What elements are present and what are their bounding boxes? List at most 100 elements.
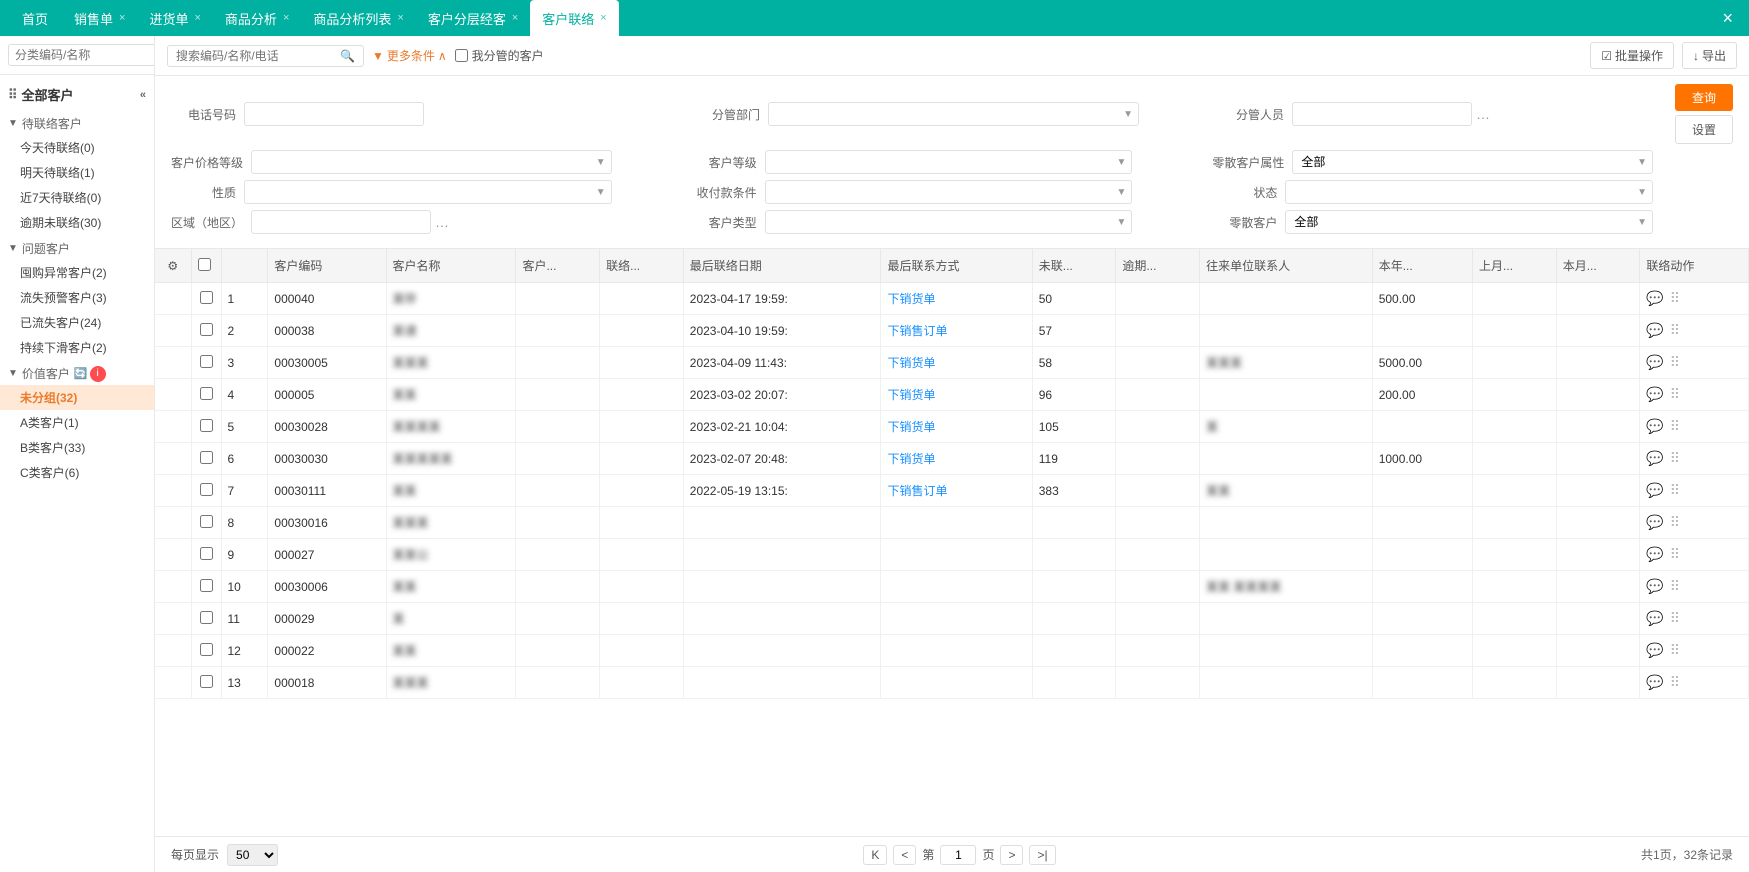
table-cell[interactable] — [881, 667, 1032, 699]
action-col[interactable]: 联络动作 — [1640, 249, 1749, 283]
more-actions-icon[interactable]: ⠿ — [1670, 674, 1680, 691]
staff-more-button[interactable]: … — [1472, 106, 1494, 122]
table-cell[interactable] — [881, 507, 1032, 539]
more-actions-icon[interactable]: ⠿ — [1670, 290, 1680, 307]
row-select-checkbox[interactable] — [200, 611, 213, 624]
row-select-checkbox[interactable] — [200, 419, 213, 432]
row-select-checkbox[interactable] — [200, 291, 213, 304]
sidebar-item-ungrouped[interactable]: 未分组(32) — [0, 385, 154, 410]
sidebar-item-abnormal[interactable]: 囤购异常客户(2) — [0, 260, 154, 285]
contact-method-link[interactable]: 下销售订单 — [887, 484, 947, 498]
this-year-col[interactable]: 本年... — [1372, 249, 1472, 283]
tab-close-icon[interactable]: × — [119, 12, 125, 24]
tab-close-icon[interactable]: × — [600, 12, 606, 24]
nav-tab-销售单[interactable]: 销售单× — [62, 0, 137, 36]
more-actions-icon[interactable]: ⠿ — [1670, 386, 1680, 403]
type-col[interactable]: 客户... — [516, 249, 600, 283]
region-more-button[interactable]: … — [431, 214, 453, 230]
price-level-select[interactable] — [251, 150, 612, 174]
more-actions-icon[interactable]: ⠿ — [1670, 642, 1680, 659]
this-month-col[interactable]: 本月... — [1556, 249, 1640, 283]
row-select-checkbox[interactable] — [200, 579, 213, 592]
chat-icon[interactable]: 💬 — [1646, 290, 1663, 307]
overdue-col[interactable]: 逾期... — [1116, 249, 1200, 283]
sidebar-search-input[interactable] — [8, 44, 155, 66]
last-contact-method-cell[interactable]: 下销售订单 — [881, 475, 1032, 507]
chat-icon[interactable]: 💬 — [1646, 514, 1663, 531]
nav-tab-进货单[interactable]: 进货单× — [137, 0, 212, 36]
my-customers-checkbox[interactable] — [455, 49, 468, 62]
contact-method-link[interactable]: 下销货单 — [887, 356, 935, 370]
tab-close-icon[interactable]: × — [283, 12, 289, 24]
next-page-button[interactable]: > — [1000, 845, 1023, 865]
contact-method-link[interactable]: 下销售订单 — [887, 324, 947, 338]
status-select[interactable] — [1285, 180, 1653, 204]
batch-ops-button[interactable]: ☑ 批量操作 — [1590, 42, 1674, 69]
first-page-button[interactable]: K — [863, 845, 887, 865]
tab-close-icon[interactable]: × — [397, 12, 403, 24]
sidebar-item-class-b[interactable]: B类客户(33) — [0, 435, 154, 460]
no-contact-col[interactable]: 未联... — [1032, 249, 1116, 283]
all-customers-header[interactable]: ⠿ 全部客户 « — [0, 79, 154, 110]
code-col[interactable]: 客户编码 — [268, 249, 386, 283]
chat-icon[interactable]: 💬 — [1646, 354, 1663, 371]
query-button[interactable]: 查询 — [1675, 84, 1733, 111]
table-cell[interactable] — [881, 571, 1032, 603]
chat-icon[interactable]: 💬 — [1646, 450, 1663, 467]
customer-level-select[interactable] — [765, 150, 1133, 174]
sidebar-item-churned[interactable]: 已流失客户(24) — [0, 310, 154, 335]
last-contact-method-cell[interactable]: 下销售订单 — [881, 315, 1032, 347]
table-cell[interactable] — [881, 539, 1032, 571]
phone-input[interactable] — [244, 102, 424, 126]
chat-icon[interactable]: 💬 — [1646, 386, 1663, 403]
retail-customer-select[interactable]: 全部 — [1285, 210, 1653, 234]
row-select-checkbox[interactable] — [200, 643, 213, 656]
chat-icon[interactable]: 💬 — [1646, 482, 1663, 499]
more-conditions-button[interactable]: ▼ 更多条件 ∧ — [372, 47, 447, 64]
nav-tab-客户联络[interactable]: 客户联络× — [530, 0, 618, 36]
per-page-select[interactable]: 50 100 200 — [227, 844, 278, 866]
prev-page-button[interactable]: < — [893, 845, 916, 865]
table-cell[interactable] — [881, 603, 1032, 635]
retail-attr-select[interactable]: 全部 — [1292, 150, 1653, 174]
contact-col[interactable]: 联络... — [600, 249, 684, 283]
contact-method-link[interactable]: 下销货单 — [887, 420, 935, 434]
tab-close-icon[interactable]: × — [512, 12, 518, 24]
export-button[interactable]: ↓ 导出 — [1682, 42, 1737, 69]
more-actions-icon[interactable]: ⠿ — [1670, 578, 1680, 595]
last-month-col[interactable]: 上月... — [1473, 249, 1557, 283]
row-select-checkbox[interactable] — [200, 355, 213, 368]
row-select-checkbox[interactable] — [200, 515, 213, 528]
last-contact-method-cell[interactable]: 下销货单 — [881, 443, 1032, 475]
last-contact-method-cell[interactable]: 下销货单 — [881, 347, 1032, 379]
customer-type-select[interactable] — [765, 210, 1133, 234]
last-contact-method-cell[interactable]: 下销货单 — [881, 283, 1032, 315]
table-cell[interactable] — [881, 635, 1032, 667]
payment-select[interactable] — [765, 180, 1133, 204]
sidebar-item-tomorrow[interactable]: 明天待联络(1) — [0, 160, 154, 185]
main-search-icon[interactable]: 🔍 — [340, 49, 355, 63]
gender-select[interactable] — [244, 180, 612, 204]
nav-tab-客户分层经客[interactable]: 客户分层经客× — [416, 0, 530, 36]
sidebar-item-class-c[interactable]: C类客户(6) — [0, 460, 154, 485]
sidebar-item-today[interactable]: 今天待联络(0) — [0, 135, 154, 160]
more-actions-icon[interactable]: ⠿ — [1670, 354, 1680, 371]
last-contact-method-cell[interactable]: 下销货单 — [881, 379, 1032, 411]
more-actions-icon[interactable]: ⠿ — [1670, 514, 1680, 531]
reset-button[interactable]: 设置 — [1675, 115, 1733, 144]
chat-icon[interactable]: 💬 — [1646, 578, 1663, 595]
more-actions-icon[interactable]: ⠿ — [1670, 450, 1680, 467]
row-select-checkbox[interactable] — [200, 547, 213, 560]
sidebar-item-class-a[interactable]: A类客户(1) — [0, 410, 154, 435]
contact-method-link[interactable]: 下销货单 — [887, 452, 935, 466]
chat-icon[interactable]: 💬 — [1646, 610, 1663, 627]
row-select-checkbox[interactable] — [200, 451, 213, 464]
nav-tab-商品分析[interactable]: 商品分析× — [213, 0, 301, 36]
more-actions-icon[interactable]: ⠿ — [1670, 482, 1680, 499]
unit-contact-col[interactable]: 往来单位联系人 — [1200, 249, 1373, 283]
more-actions-icon[interactable]: ⠿ — [1670, 546, 1680, 563]
row-select-checkbox[interactable] — [200, 483, 213, 496]
more-actions-icon[interactable]: ⠿ — [1670, 610, 1680, 627]
chat-icon[interactable]: 💬 — [1646, 674, 1663, 691]
last-page-button[interactable]: >| — [1029, 845, 1055, 865]
